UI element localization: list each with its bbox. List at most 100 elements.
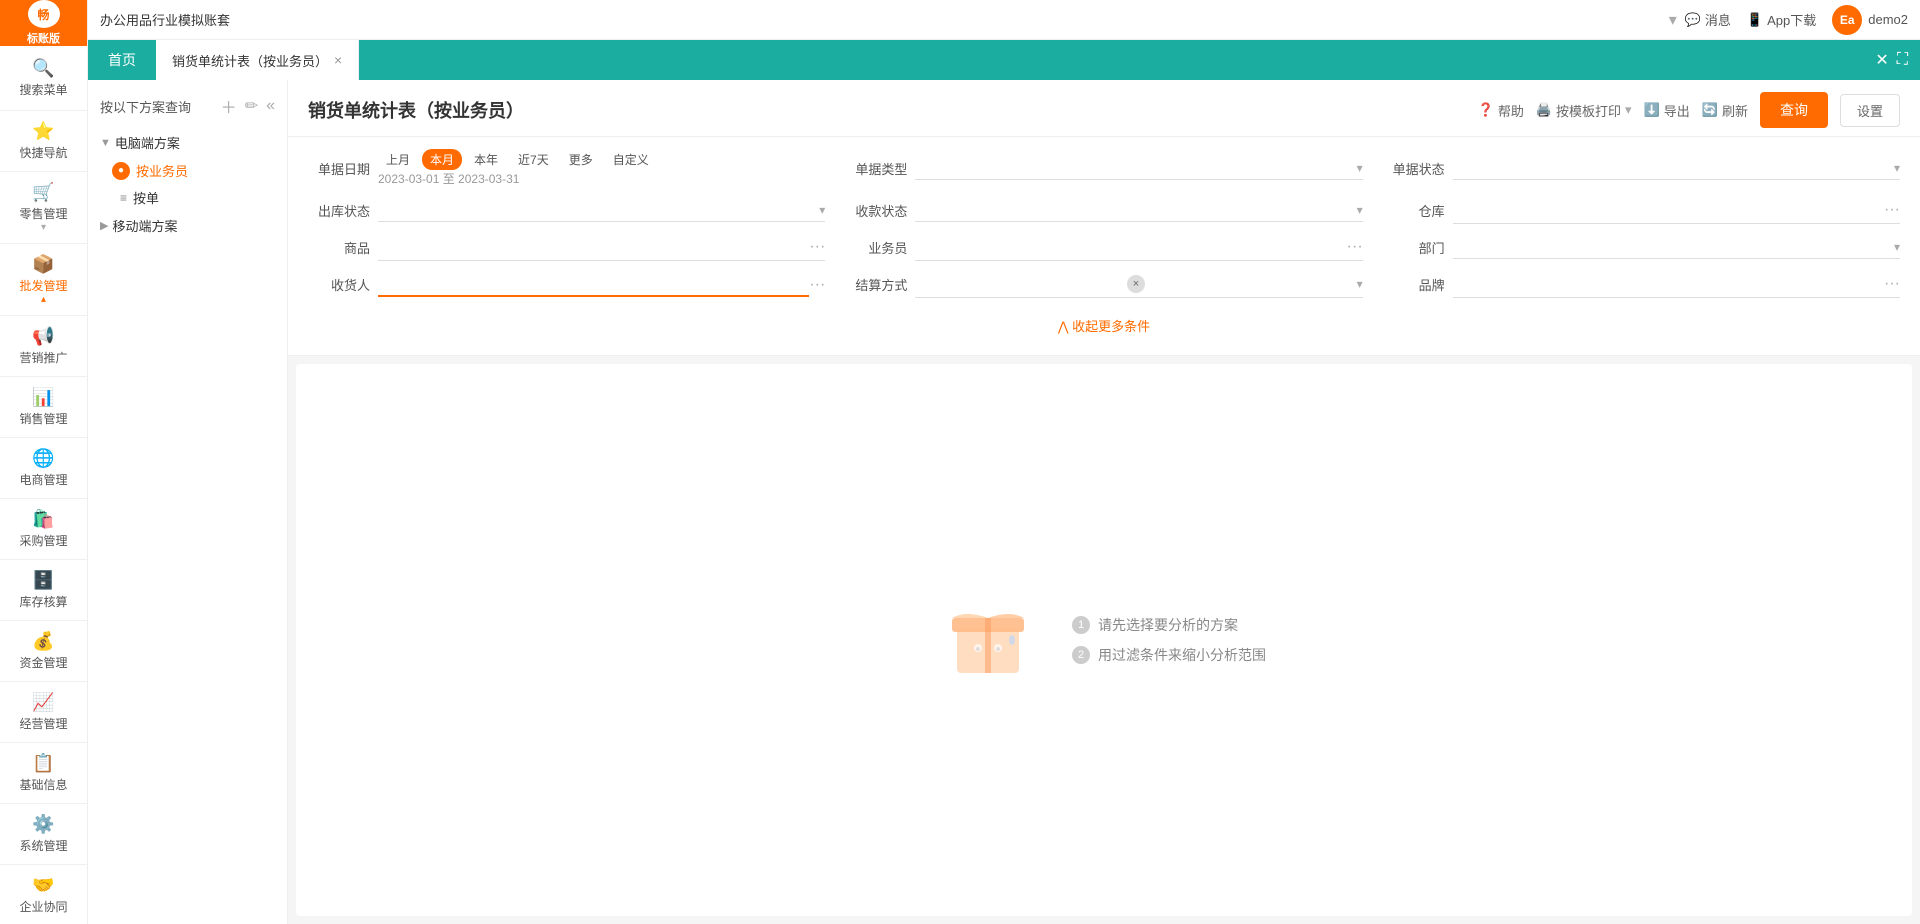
panel-add-btn[interactable]: ＋: [221, 94, 237, 118]
filter-row-4: 收货人 ··· 结算方式 × ▾: [308, 271, 1900, 298]
empty-step-1: 1 请先选择要分析的方案: [1072, 615, 1266, 635]
export-btn[interactable]: ⬇️ 导出: [1644, 101, 1690, 120]
tree-item-mobile[interactable]: ▶ 移动端方案: [88, 211, 287, 240]
print-btn[interactable]: 🖨️ 按模板打印 ▾: [1536, 101, 1632, 120]
sidebar-item-system[interactable]: ⚙️ 系统管理: [0, 804, 87, 865]
date-tab-lastmonth[interactable]: 上月: [378, 149, 418, 170]
app-icon: 📱: [1747, 12, 1763, 28]
payment-chevron: ▾: [1357, 277, 1363, 291]
sidebar-item-finance[interactable]: 💰 资金管理: [0, 621, 87, 682]
topbar-user[interactable]: Ea demo2: [1832, 5, 1908, 35]
sidebar-item-inventory[interactable]: 🗄️ 库存核算: [0, 560, 87, 621]
topbar-app-btn[interactable]: 📱 App下载: [1747, 10, 1816, 29]
collapse-bar[interactable]: ⋀ 收起更多条件: [308, 308, 1900, 343]
panel-edit-btn[interactable]: ✏: [245, 96, 258, 116]
warehouse-more[interactable]: ···: [1884, 201, 1900, 219]
sidebar-item-operation[interactable]: 📈 经营管理: [0, 682, 87, 743]
refresh-label: 刷新: [1722, 101, 1748, 120]
sidebar-item-sales[interactable]: 📊 销售管理: [0, 377, 87, 438]
active-dot: ●: [118, 165, 124, 176]
sidebar-item-search[interactable]: 🔍 搜索菜单: [0, 46, 87, 111]
tab-active[interactable]: 销货单统计表（按业务员） ×: [156, 40, 359, 80]
tab-home[interactable]: 首页: [88, 40, 156, 80]
sidebar-item-ecom[interactable]: 🌐 电商管理: [0, 438, 87, 499]
sidebar-item-quicknav[interactable]: ⭐ 快捷导航: [0, 111, 87, 172]
goods-label: 商品: [308, 238, 378, 257]
sidebar-item-basic[interactable]: 📋 基础信息: [0, 743, 87, 804]
sidebar-item-corp[interactable]: 🤝 企业协同: [0, 865, 87, 924]
panel-collapse-btn[interactable]: «: [266, 97, 275, 115]
logo-icon: 畅: [28, 0, 60, 28]
empty-step-2: 2 用过滤条件来缩小分析范围: [1072, 645, 1266, 665]
brand-more[interactable]: ···: [1884, 275, 1900, 293]
avatar: Ea: [1832, 5, 1862, 35]
sidebar-item-wholesale[interactable]: 📦 批发管理 ▴: [0, 244, 87, 316]
topbar-title: 办公用品行业模拟账套: [100, 10, 1661, 29]
sales-icon: 📊: [32, 387, 54, 408]
print-icon: 🖨️: [1536, 102, 1552, 118]
outstatus-select[interactable]: ▾: [378, 199, 825, 222]
date-tab-thisyear[interactable]: 本年: [466, 149, 506, 170]
print-dropdown-icon: ▾: [1625, 102, 1632, 118]
consignee-input[interactable]: [378, 272, 809, 297]
sidebar-item-marketing[interactable]: 📢 营销推广: [0, 316, 87, 377]
warehouse-select[interactable]: ···: [1453, 197, 1900, 224]
tree-item-pc[interactable]: ▼ 电脑端方案: [88, 128, 287, 157]
salesperson-more[interactable]: ···: [1347, 238, 1363, 256]
empty-steps: 1 请先选择要分析的方案 2 用过滤条件来缩小分析范围: [1072, 615, 1266, 665]
retail-expand-icon: ▾: [41, 222, 46, 233]
window-close-btn[interactable]: ✕: [1875, 50, 1888, 70]
dept-label: 部门: [1383, 238, 1453, 257]
dept-select[interactable]: ▾: [1453, 236, 1900, 259]
doctype-select[interactable]: ▾: [915, 157, 1362, 180]
consignee-more[interactable]: ···: [809, 276, 825, 294]
empty-inner: 1 请先选择要分析的方案 2 用过滤条件来缩小分析范围: [942, 590, 1266, 690]
tab-close-btn[interactable]: ×: [334, 52, 342, 68]
tree-child-order[interactable]: ≡ 按单: [88, 184, 287, 211]
order-icon: ≡: [120, 191, 127, 205]
goods-select[interactable]: ···: [378, 234, 825, 261]
sidebar-marketing-label: 营销推广: [19, 349, 67, 366]
empty-state: 1 请先选择要分析的方案 2 用过滤条件来缩小分析范围: [296, 364, 1912, 916]
payment-select[interactable]: × ▾: [915, 271, 1362, 298]
topbar-dropdown-icon[interactable]: ▾: [1669, 10, 1677, 30]
window-max-btn[interactable]: ⛶: [1897, 51, 1908, 69]
tree-child-salesperson[interactable]: ● 按业务员: [88, 157, 287, 184]
set-button[interactable]: 设置: [1840, 94, 1900, 127]
brand-select[interactable]: ···: [1453, 271, 1900, 298]
date-tab-more[interactable]: 更多: [561, 149, 601, 170]
docstatus-select[interactable]: ▾: [1453, 157, 1900, 180]
empty-svg: [942, 590, 1042, 690]
sidebar-wholesale-label: 批发管理: [19, 277, 67, 294]
sidebar-quicknav-label: 快捷导航: [19, 144, 67, 161]
help-btn[interactable]: ❓ 帮助: [1478, 101, 1524, 120]
sidebar-inventory-label: 库存核算: [19, 593, 67, 610]
date-tab-custom[interactable]: 自定义: [605, 149, 657, 170]
salesperson-select[interactable]: ···: [915, 234, 1362, 261]
salesperson-label: 业务员: [845, 238, 915, 257]
filter-payment-cell: 结算方式 × ▾: [845, 271, 1362, 298]
refresh-btn[interactable]: 🔄 刷新: [1702, 101, 1748, 120]
empty-icon: [942, 590, 1042, 690]
tree-salesperson-label: 按业务员: [136, 161, 188, 180]
sidebar-item-retail[interactable]: 🛒 零售管理 ▾: [0, 172, 87, 244]
page-title-bar: 销货单统计表（按业务员） ❓ 帮助 🖨️ 按模板打印 ▾ ⬇️ 导出: [288, 80, 1920, 137]
sidebar-corp-label: 企业协同: [19, 898, 67, 915]
date-tab-7days[interactable]: 近7天: [510, 149, 557, 170]
collapse-label: 收起更多条件: [1072, 319, 1150, 334]
collectstatus-select[interactable]: ▾: [915, 199, 1362, 222]
sidebar-sales-label: 销售管理: [19, 410, 67, 427]
refresh-icon: 🔄: [1702, 102, 1718, 118]
payment-clear-btn[interactable]: ×: [1127, 275, 1145, 293]
finance-icon: 💰: [32, 631, 54, 652]
query-button[interactable]: 查询: [1760, 92, 1828, 128]
date-tab-thismonth[interactable]: 本月: [422, 149, 462, 170]
sidebar-item-purchase[interactable]: 🛍️ 采购管理: [0, 499, 87, 560]
sidebar-purchase-label: 采购管理: [19, 532, 67, 549]
goods-more[interactable]: ···: [809, 238, 825, 256]
filter-date-cell: 单据日期 上月 本月 本年 近7天 更多 自定义 2023-03-01 至 20…: [308, 149, 825, 187]
sidebar-logo: 畅 标账版: [0, 0, 88, 46]
active-indicator: ●: [112, 162, 130, 180]
avatar-text: Ea: [1840, 13, 1855, 27]
topbar-msg-btn[interactable]: 💬 消息: [1685, 10, 1731, 29]
